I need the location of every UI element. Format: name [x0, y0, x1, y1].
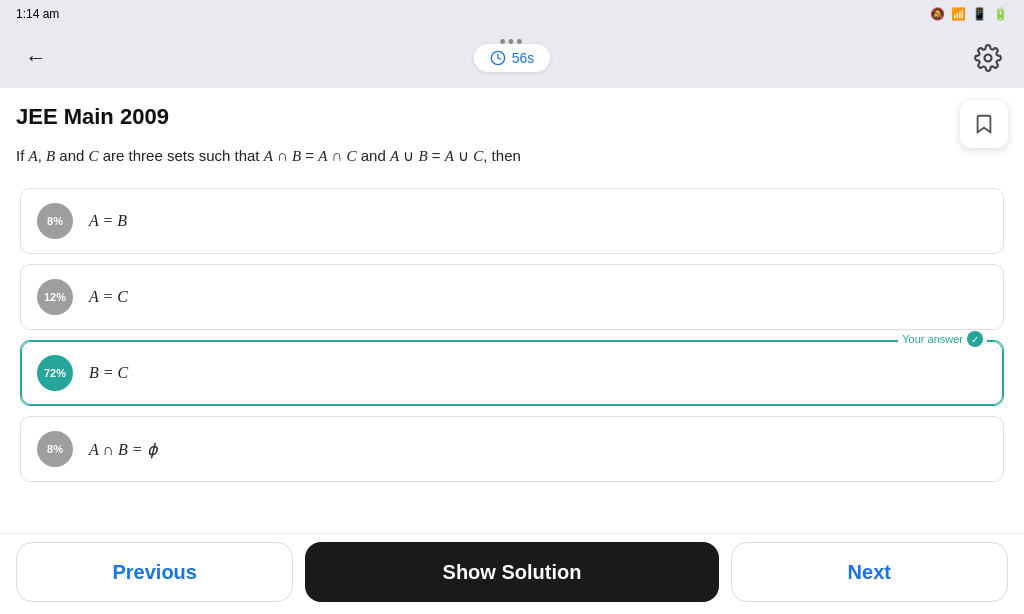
option-a-pct: 8%: [37, 203, 73, 239]
battery-icon: 🔋: [993, 7, 1008, 21]
time-display: 1:14 am: [16, 7, 59, 21]
gear-icon: [974, 44, 1002, 72]
option-a-formula: A = B: [89, 212, 127, 230]
option-b-formula: A = C: [89, 288, 128, 306]
show-solution-button[interactable]: Show Solution: [305, 542, 718, 602]
option-c-formula: B = C: [89, 364, 128, 382]
option-b-pct: 12%: [37, 279, 73, 315]
option-d-formula: A ∩ B = ϕ: [89, 440, 158, 459]
settings-button[interactable]: [968, 38, 1008, 78]
option-d[interactable]: 8% A ∩ B = ϕ: [20, 416, 1004, 482]
signal-icon: 📱: [972, 7, 987, 21]
option-a[interactable]: 8% A = B: [20, 188, 1004, 254]
mute-icon: 🔕: [930, 7, 945, 21]
question-text: If A, B and C are three sets such that A…: [16, 144, 1008, 168]
option-d-pct: 8%: [37, 431, 73, 467]
wifi-icon: 📶: [951, 7, 966, 21]
bottom-navigation: Previous Show Solution Next: [0, 533, 1024, 614]
next-button[interactable]: Next: [731, 542, 1008, 602]
exam-tag: JEE Main 2009: [16, 104, 1008, 130]
option-c[interactable]: Your answer ✓ 72% B = C: [20, 340, 1004, 406]
your-answer-label: Your answer ✓: [898, 331, 987, 347]
bookmark-icon: [973, 113, 995, 135]
svg-point-1: [984, 55, 991, 62]
status-bar: 1:14 am 🔕 📶 📱 🔋: [0, 0, 1024, 28]
check-icon: ✓: [967, 331, 983, 347]
option-c-pct: 72%: [37, 355, 73, 391]
bookmark-button[interactable]: [960, 100, 1008, 148]
more-options-dots[interactable]: •••: [500, 32, 525, 53]
main-content: JEE Main 2009 If A, B and C are three se…: [0, 88, 1024, 614]
status-icons: 🔕 📶 📱 🔋: [930, 7, 1008, 21]
previous-button[interactable]: Previous: [16, 542, 293, 602]
back-button[interactable]: ←: [16, 38, 56, 78]
options-list: 8% A = B 12% A = C Your answer ✓ 72% B =…: [16, 188, 1008, 490]
option-b[interactable]: 12% A = C: [20, 264, 1004, 330]
